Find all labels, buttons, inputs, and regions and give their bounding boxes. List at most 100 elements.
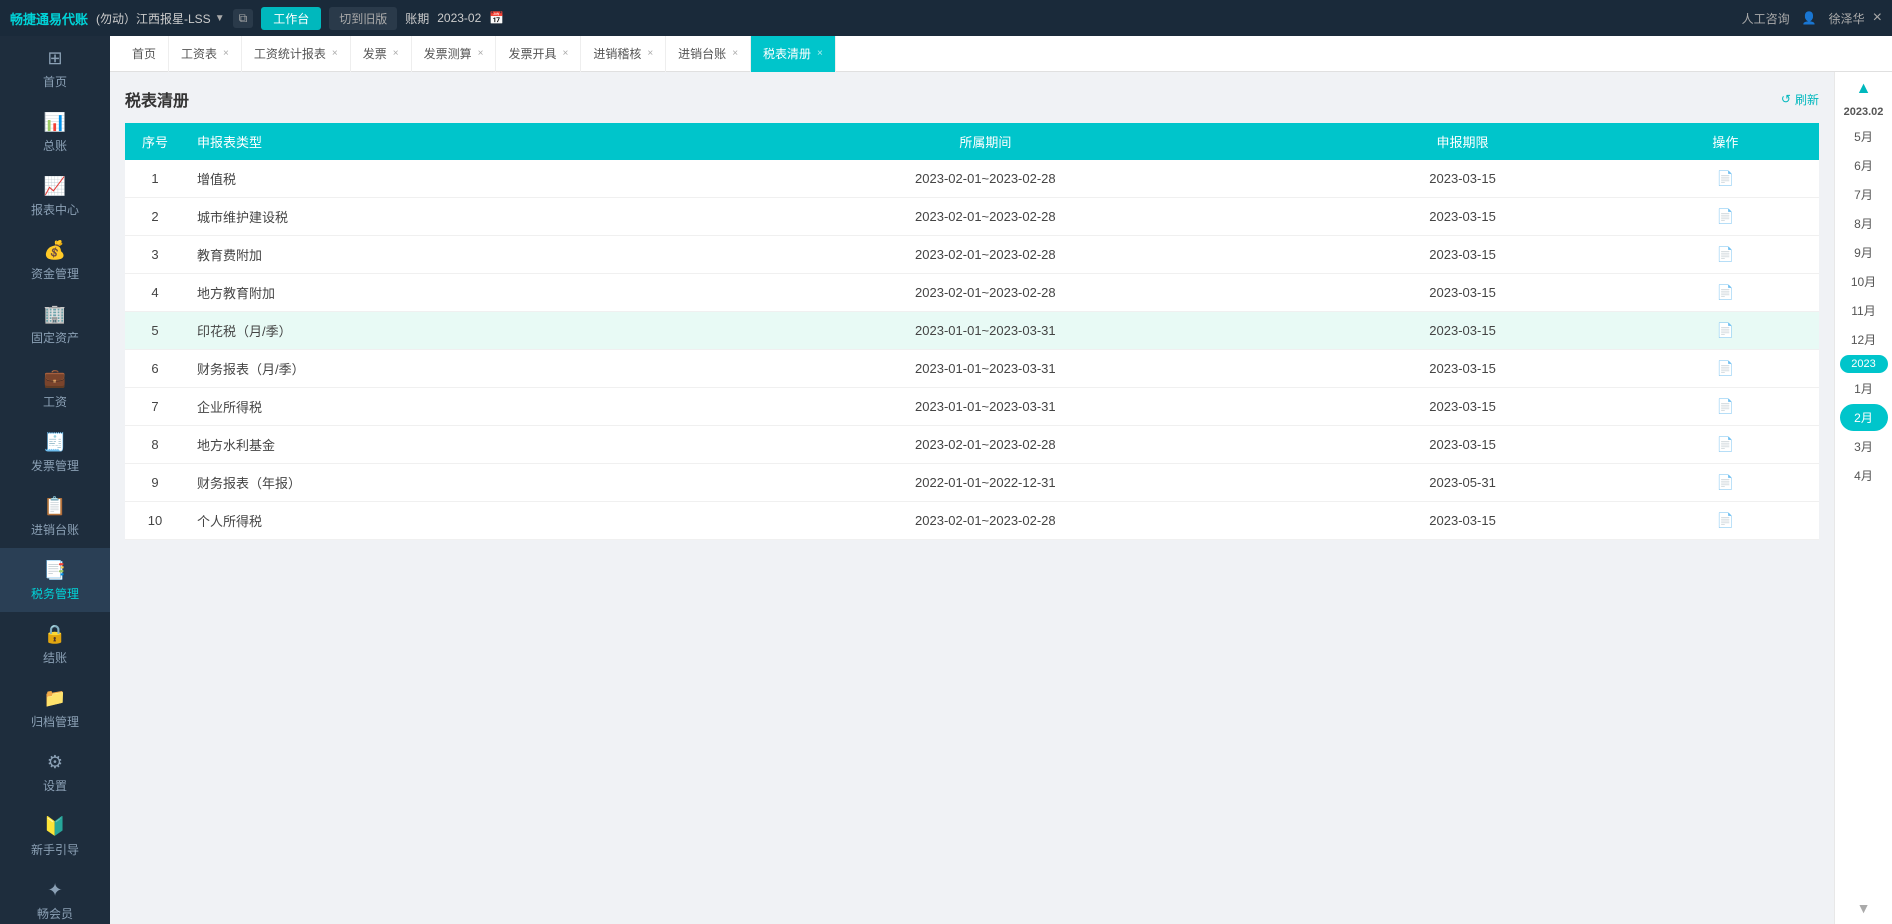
cell-type: 增值税 — [185, 160, 677, 198]
calendar-down-btn[interactable]: ▼ — [1853, 896, 1875, 920]
calendar-month-1[interactable]: 1月 — [1840, 375, 1888, 402]
calendar-month-8[interactable]: 8月 — [1840, 210, 1888, 237]
cell-action[interactable]: 📄 — [1632, 236, 1819, 274]
tab-close-invoice-calc[interactable]: × — [478, 48, 484, 59]
main-layout: ⊞ 首页 📊 总账 📈 报表中心 💰 资金管理 🏢 固定资产 💼 工资 🧾 发票… — [0, 36, 1892, 924]
calendar-panel: ▲ 2023.02 5月 6月 7月 8月 9月 10月 11月 12月 202… — [1834, 72, 1892, 924]
top-close-button[interactable]: × — [1873, 9, 1882, 27]
table-row: 6 财务报表（月/季） 2023-01-01~2023-03-31 2023-0… — [125, 350, 1819, 388]
cell-action[interactable]: 📄 — [1632, 160, 1819, 198]
tab-invoice-open[interactable]: 发票开具 × — [496, 36, 581, 72]
home-icon: ⊞ — [47, 48, 62, 69]
sidebar-item-home[interactable]: ⊞ 首页 — [0, 36, 110, 100]
human-consult-btn[interactable]: 人工咨询 — [1742, 10, 1790, 27]
table-row: 4 地方教育附加 2023-02-01~2023-02-28 2023-03-1… — [125, 274, 1819, 312]
sidebar: ⊞ 首页 📊 总账 📈 报表中心 💰 资金管理 🏢 固定资产 💼 工资 🧾 发票… — [0, 36, 110, 924]
refresh-button[interactable]: ↺ 刷新 — [1781, 91, 1819, 108]
cell-action[interactable]: 📄 — [1632, 274, 1819, 312]
switch-old-button[interactable]: 切到旧版 — [329, 7, 397, 30]
sidebar-item-report[interactable]: 📈 报表中心 — [0, 164, 110, 228]
sidebar-item-asset[interactable]: 🏢 固定资产 — [0, 292, 110, 356]
tab-close-tax-register[interactable]: × — [817, 48, 823, 59]
calendar-month-5[interactable]: 5月 — [1840, 123, 1888, 150]
company-dropdown-icon[interactable]: ▼ — [215, 13, 225, 24]
tab-close-salary[interactable]: × — [223, 48, 229, 59]
tab-salary-report[interactable]: 工资统计报表 × — [242, 36, 351, 72]
app-logo: 畅捷通易代账 — [10, 9, 88, 28]
user-name[interactable]: 徐泽华 — [1829, 10, 1865, 27]
cell-action[interactable]: 📄 — [1632, 426, 1819, 464]
sidebar-item-archive[interactable]: 📁 归档管理 — [0, 676, 110, 740]
sidebar-item-salary[interactable]: 💼 工资 — [0, 356, 110, 420]
cell-type: 地方教育附加 — [185, 274, 677, 312]
table-row: 7 企业所得税 2023-01-01~2023-03-31 2023-03-15… — [125, 388, 1819, 426]
sidebar-item-fund[interactable]: 💰 资金管理 — [0, 228, 110, 292]
calendar-month-2-active[interactable]: 2月 — [1840, 404, 1888, 431]
tab-close-salary-report[interactable]: × — [332, 48, 338, 59]
table-row: 8 地方水利基金 2023-02-01~2023-02-28 2023-03-1… — [125, 426, 1819, 464]
tab-close-purchase-check[interactable]: × — [647, 48, 653, 59]
table-row: 3 教育费附加 2023-02-01~2023-02-28 2023-03-15… — [125, 236, 1819, 274]
tax-icon: 📑 — [44, 560, 66, 581]
tab-invoice-calc[interactable]: 发票测算 × — [412, 36, 497, 72]
sidebar-item-ledger[interactable]: 📊 总账 — [0, 100, 110, 164]
calendar-month-6[interactable]: 6月 — [1840, 152, 1888, 179]
calendar-month-9[interactable]: 9月 — [1840, 239, 1888, 266]
archive-icon: 📁 — [44, 688, 66, 709]
page-title: 税表清册 — [125, 87, 189, 111]
copy-icon-btn[interactable]: ⧉ — [233, 9, 254, 28]
calendar-icon[interactable]: 📅 — [489, 11, 504, 25]
tab-invoice[interactable]: 发票 × — [351, 36, 412, 72]
calendar-month-4[interactable]: 4月 — [1840, 462, 1888, 489]
cell-type: 印花税（月/季） — [185, 312, 677, 350]
calendar-month-11[interactable]: 11月 — [1840, 297, 1888, 324]
calendar-month-10[interactable]: 10月 — [1840, 268, 1888, 295]
sidebar-item-member[interactable]: ✦ 畅会员 — [0, 868, 110, 924]
cell-action[interactable]: 📄 — [1632, 464, 1819, 502]
action-icon[interactable]: 📄 — [1717, 322, 1734, 338]
workbench-button[interactable]: 工作台 — [261, 7, 321, 30]
tab-purchase-check[interactable]: 进销稽核 × — [581, 36, 666, 72]
fund-icon: 💰 — [44, 240, 66, 261]
action-icon[interactable]: 📄 — [1717, 170, 1734, 186]
user-avatar[interactable]: 👤 — [1802, 11, 1817, 25]
cell-action[interactable]: 📄 — [1632, 350, 1819, 388]
tab-tax-register[interactable]: 税表清册 × — [751, 36, 836, 72]
cell-period: 2022-01-01~2022-12-31 — [677, 464, 1293, 502]
sidebar-item-guide[interactable]: 🔰 新手引导 — [0, 804, 110, 868]
calendar-up-btn[interactable]: ▲ — [1852, 76, 1876, 102]
tab-home[interactable]: 首页 — [120, 36, 169, 72]
action-icon[interactable]: 📄 — [1717, 284, 1734, 300]
sidebar-item-invoice[interactable]: 🧾 发票管理 — [0, 420, 110, 484]
calendar-month-3[interactable]: 3月 — [1840, 433, 1888, 460]
action-icon[interactable]: 📄 — [1717, 208, 1734, 224]
action-icon[interactable]: 📄 — [1717, 398, 1734, 414]
cell-action[interactable]: 📄 — [1632, 502, 1819, 540]
sidebar-item-close[interactable]: 🔒 结账 — [0, 612, 110, 676]
company-selector[interactable]: (勿动）江西报星-LSS ▼ — [96, 10, 225, 27]
cell-deadline: 2023-03-15 — [1293, 426, 1632, 464]
page-title-bar: 税表清册 ↺ 刷新 — [125, 87, 1819, 111]
action-icon[interactable]: 📄 — [1717, 474, 1734, 490]
action-icon[interactable]: 📄 — [1717, 512, 1734, 528]
sidebar-item-tax[interactable]: 📑 税务管理 — [0, 548, 110, 612]
cell-period: 2023-02-01~2023-02-28 — [677, 160, 1293, 198]
action-icon[interactable]: 📄 — [1717, 360, 1734, 376]
action-icon[interactable]: 📄 — [1717, 246, 1734, 262]
tab-close-purchase-ledger[interactable]: × — [732, 48, 738, 59]
cell-deadline: 2023-03-15 — [1293, 312, 1632, 350]
action-icon[interactable]: 📄 — [1717, 436, 1734, 452]
calendar-month-12[interactable]: 12月 — [1840, 326, 1888, 353]
sidebar-item-settings[interactable]: ⚙ 设置 — [0, 740, 110, 804]
tab-salary-table[interactable]: 工资表 × — [169, 36, 242, 72]
calendar-month-7[interactable]: 7月 — [1840, 181, 1888, 208]
sidebar-item-purchase[interactable]: 📋 进销台账 — [0, 484, 110, 548]
cell-action[interactable]: 📄 — [1632, 388, 1819, 426]
cell-action[interactable]: 📄 — [1632, 312, 1819, 350]
cell-action[interactable]: 📄 — [1632, 198, 1819, 236]
tab-purchase-ledger[interactable]: 进销台账 × — [666, 36, 751, 72]
tab-close-invoice-open[interactable]: × — [562, 48, 568, 59]
calendar-year-2023-badge[interactable]: 2023 — [1840, 355, 1888, 373]
tab-close-invoice[interactable]: × — [393, 48, 399, 59]
cell-index: 9 — [125, 464, 185, 502]
